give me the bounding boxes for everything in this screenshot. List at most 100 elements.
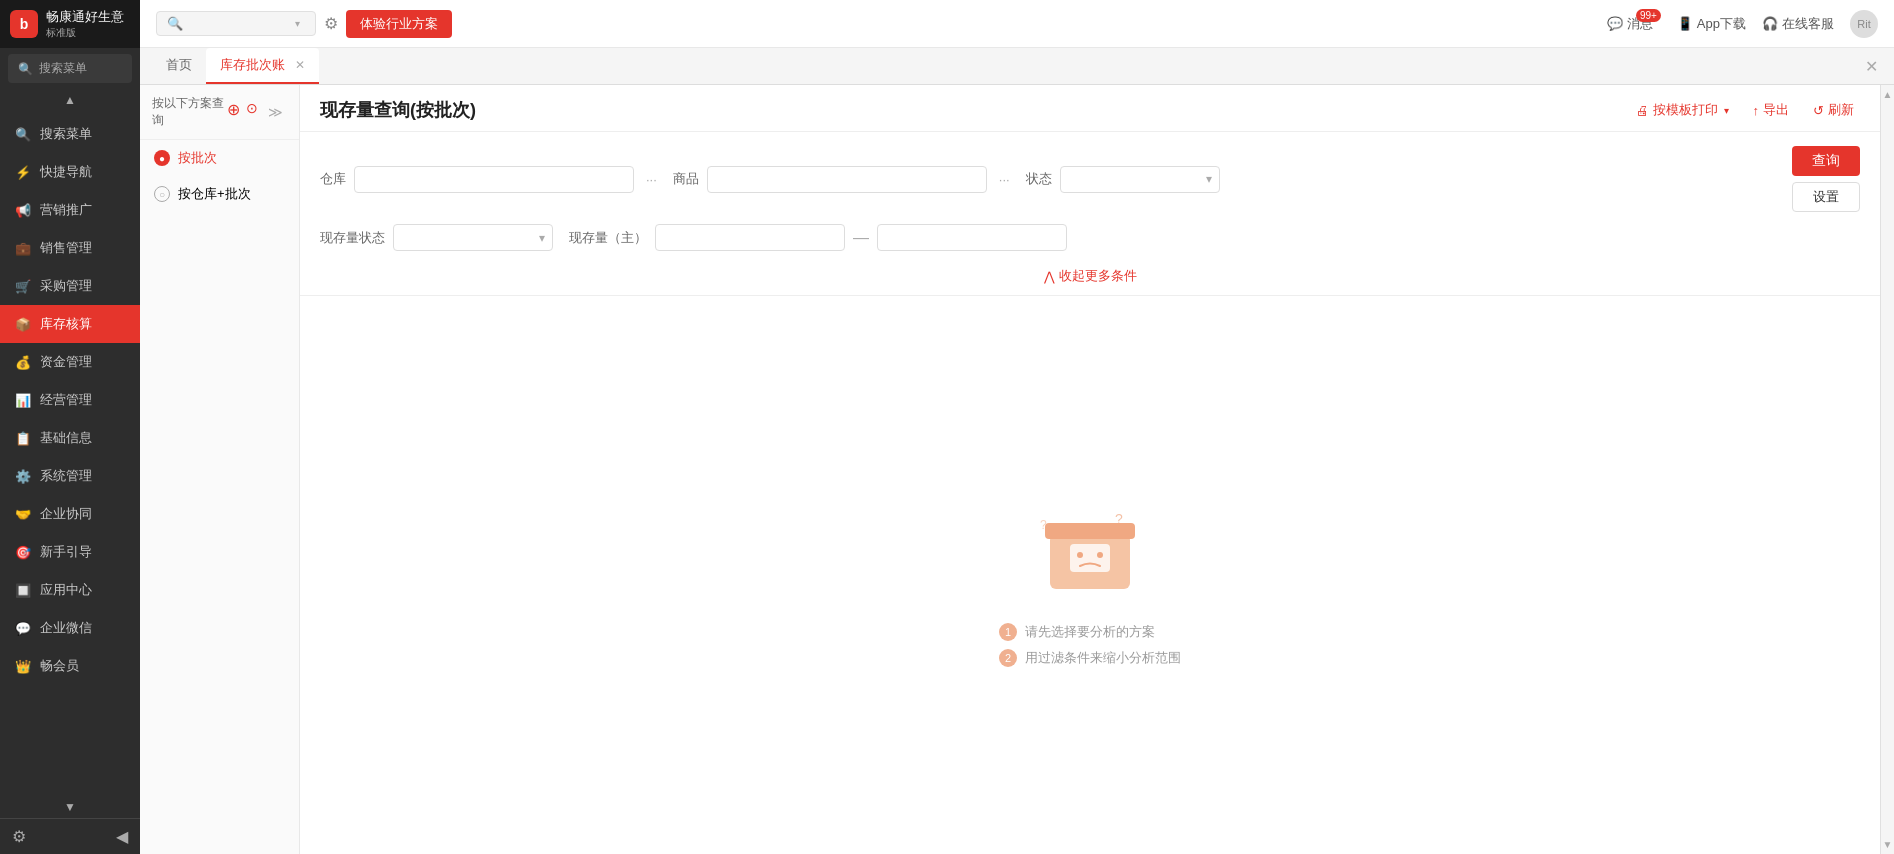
print-dropdown-arrow[interactable]: ▾ <box>1724 105 1729 116</box>
sidebar-search[interactable]: 🔍 搜索菜单 <box>8 54 132 83</box>
dropdown-arrow-icon: ▾ <box>295 18 300 29</box>
left-panel-actions: ⊕ ⊙ ≫ <box>227 100 287 124</box>
tabbar: 首页 库存批次账 ✕ ✕ <box>140 48 1894 85</box>
corp-wechat-icon: 💬 <box>14 619 32 637</box>
sidebar-item-inventory[interactable]: 📦 库存核算 <box>0 305 140 343</box>
query-btn[interactable]: 查询 <box>1792 146 1860 176</box>
topbar-search-icon: 🔍 <box>167 16 183 31</box>
tab-inventory-batch[interactable]: 库存批次账 ✕ <box>206 48 319 84</box>
scroll-down-btn[interactable]: ▼ <box>0 796 140 818</box>
system-icon: ⚙️ <box>14 467 32 485</box>
basic-info-icon: 📋 <box>14 429 32 447</box>
operations-icon: 📊 <box>14 391 32 409</box>
sidebar-item-new-guide[interactable]: 🎯 新手引导 <box>0 533 140 571</box>
svg-text:?: ? <box>1040 518 1047 532</box>
sidebar-item-app-center[interactable]: 🔲 应用中心 <box>0 571 140 609</box>
close-page-btn[interactable]: ✕ <box>1865 57 1878 76</box>
sidebar-item-purchase[interactable]: 🛒 采购管理 <box>0 267 140 305</box>
scroll-up-arrow[interactable]: ▲ <box>1879 85 1894 104</box>
settings-gear-icon[interactable]: ⚙ <box>324 14 338 33</box>
filter-warehouse: 仓库 ··· <box>320 166 657 193</box>
stock-status-select-wrapper <box>393 224 553 251</box>
status-select[interactable] <box>1060 166 1220 193</box>
experience-industry-btn[interactable]: 体验行业方案 <box>346 10 452 38</box>
filter-stock-status: 现存量状态 <box>320 224 553 251</box>
product-input[interactable] <box>707 166 987 193</box>
quick-nav-icon: ⚡ <box>14 163 32 181</box>
stock-amount-min-input[interactable] <box>655 224 845 251</box>
messages-btn[interactable]: 💬 消息 99+ <box>1607 15 1653 33</box>
sidebar-item-search[interactable]: 🔍 搜索菜单 <box>0 115 140 153</box>
user-avatar-btn[interactable]: Rit <box>1850 10 1878 38</box>
sales-icon: 💼 <box>14 239 32 257</box>
app-download-btn[interactable]: 📱 App下载 <box>1677 15 1746 33</box>
topbar: 🔍 ▾ ⚙ 体验行业方案 💬 消息 99+ 📱 App下载 🎧 在线客服 <box>140 0 1894 48</box>
filter-product: 商品 ··· <box>673 166 1010 193</box>
settings-btn[interactable]: 设置 <box>1792 182 1860 212</box>
tab-home[interactable]: 首页 <box>152 48 206 84</box>
add-scheme-btn[interactable]: ⊕ <box>227 100 240 124</box>
topbar-search-box[interactable]: 🔍 ▾ <box>156 11 316 36</box>
page-header-actions: 🖨 按模板打印 ▾ ↑ 导出 ↺ 刷新 <box>1630 97 1861 123</box>
product-more-btn[interactable]: ··· <box>999 172 1010 187</box>
collapse-left-panel-btn[interactable]: ≫ <box>264 100 287 124</box>
scheme-item-batch[interactable]: ● 按批次 <box>140 140 299 176</box>
filter-row-1: 仓库 ··· 商品 ··· 状态 <box>320 146 1860 212</box>
sidebar-item-member[interactable]: 👑 畅会员 <box>0 647 140 685</box>
sidebar-item-sales[interactable]: 💼 销售管理 <box>0 229 140 267</box>
tab-close-btn[interactable]: ✕ <box>295 58 305 72</box>
refresh-btn[interactable]: ↺ 刷新 <box>1807 97 1860 123</box>
topbar-left: 🔍 ▾ ⚙ 体验行业方案 <box>156 10 1597 38</box>
enterprise-icon: 🤝 <box>14 505 32 523</box>
user-avatar: Rit <box>1850 10 1878 38</box>
filter-row-2: 现存量状态 现存量（主） — <box>320 224 1860 251</box>
main-area: 🔍 ▾ ⚙ 体验行业方案 💬 消息 99+ 📱 App下载 🎧 在线客服 <box>140 0 1894 854</box>
warehouse-input[interactable] <box>354 166 634 193</box>
sidebar-item-marketing[interactable]: 📢 营销推广 <box>0 191 140 229</box>
app-brand: 畅康通好生意 标准版 <box>46 8 124 40</box>
stock-status-select[interactable] <box>393 224 553 251</box>
page-title: 现存量查询(按批次) <box>320 98 476 122</box>
message-icon: 💬 <box>1607 16 1623 31</box>
scheme-active-dot: ● <box>154 150 170 166</box>
svg-rect-2 <box>1070 544 1110 572</box>
sidebar-item-quick-nav[interactable]: ⚡ 快捷导航 <box>0 153 140 191</box>
filter-stock-amount: 现存量（主） — <box>569 224 1067 251</box>
sidebar-item-operations[interactable]: 📊 经营管理 <box>0 381 140 419</box>
sidebar-nav: 🔍 搜索菜单 ⚡ 快捷导航 📢 营销推广 💼 销售管理 🛒 采购管理 📦 库存核… <box>0 111 140 796</box>
scroll-up-btn[interactable]: ▲ <box>0 89 140 111</box>
svg-point-4 <box>1097 552 1103 558</box>
scheme-item-warehouse-batch[interactable]: ○ 按仓库+批次 <box>140 176 299 212</box>
purchase-icon: 🛒 <box>14 277 32 295</box>
online-service-btn[interactable]: 🎧 在线客服 <box>1762 15 1834 33</box>
right-scrollbar[interactable]: ▲ ▼ <box>1880 85 1894 854</box>
scheme-settings-btn[interactable]: ⊙ <box>246 100 258 124</box>
topbar-search-input[interactable] <box>189 17 289 31</box>
warehouse-more-btn[interactable]: ··· <box>646 172 657 187</box>
empty-state: ? ? 1 请先选择要分析的方案 2 用过滤条件来缩小分析范围 <box>300 296 1880 854</box>
collapse-more-btn[interactable]: ⋀ 收起更多条件 <box>320 263 1860 289</box>
export-btn[interactable]: ↑ 导出 <box>1747 97 1796 123</box>
printer-icon: 🖨 <box>1636 103 1649 118</box>
stock-amount-max-input[interactable] <box>877 224 1067 251</box>
inventory-icon: 📦 <box>14 315 32 333</box>
sidebar-item-corp-wechat[interactable]: 💬 企业微信 <box>0 609 140 647</box>
settings-footer-btn[interactable]: ⚙ <box>12 827 26 846</box>
sidebar-item-finance[interactable]: 💰 资金管理 <box>0 343 140 381</box>
empty-illustration: ? ? <box>1030 479 1150 599</box>
marketing-icon: 📢 <box>14 201 32 219</box>
status-select-wrapper <box>1060 166 1220 193</box>
filter-status: 状态 <box>1026 166 1220 193</box>
sidebar-item-enterprise[interactable]: 🤝 企业协同 <box>0 495 140 533</box>
print-template-btn[interactable]: 🖨 按模板打印 ▾ <box>1630 97 1735 123</box>
sidebar-item-system[interactable]: ⚙️ 系统管理 <box>0 457 140 495</box>
phone-icon: 📱 <box>1677 16 1693 31</box>
topbar-right: 💬 消息 99+ 📱 App下载 🎧 在线客服 Rit <box>1607 10 1878 38</box>
collapse-sidebar-btn[interactable]: ◀ <box>116 827 128 846</box>
app-center-icon: 🔲 <box>14 581 32 599</box>
scroll-down-arrow[interactable]: ▼ <box>1879 835 1894 854</box>
sidebar-item-basic-info[interactable]: 📋 基础信息 <box>0 419 140 457</box>
svg-point-3 <box>1077 552 1083 558</box>
app-logo: b <box>10 10 38 38</box>
sidebar: b 畅康通好生意 标准版 🔍 搜索菜单 ▲ 🔍 搜索菜单 ⚡ 快捷导航 📢 营销… <box>0 0 140 854</box>
